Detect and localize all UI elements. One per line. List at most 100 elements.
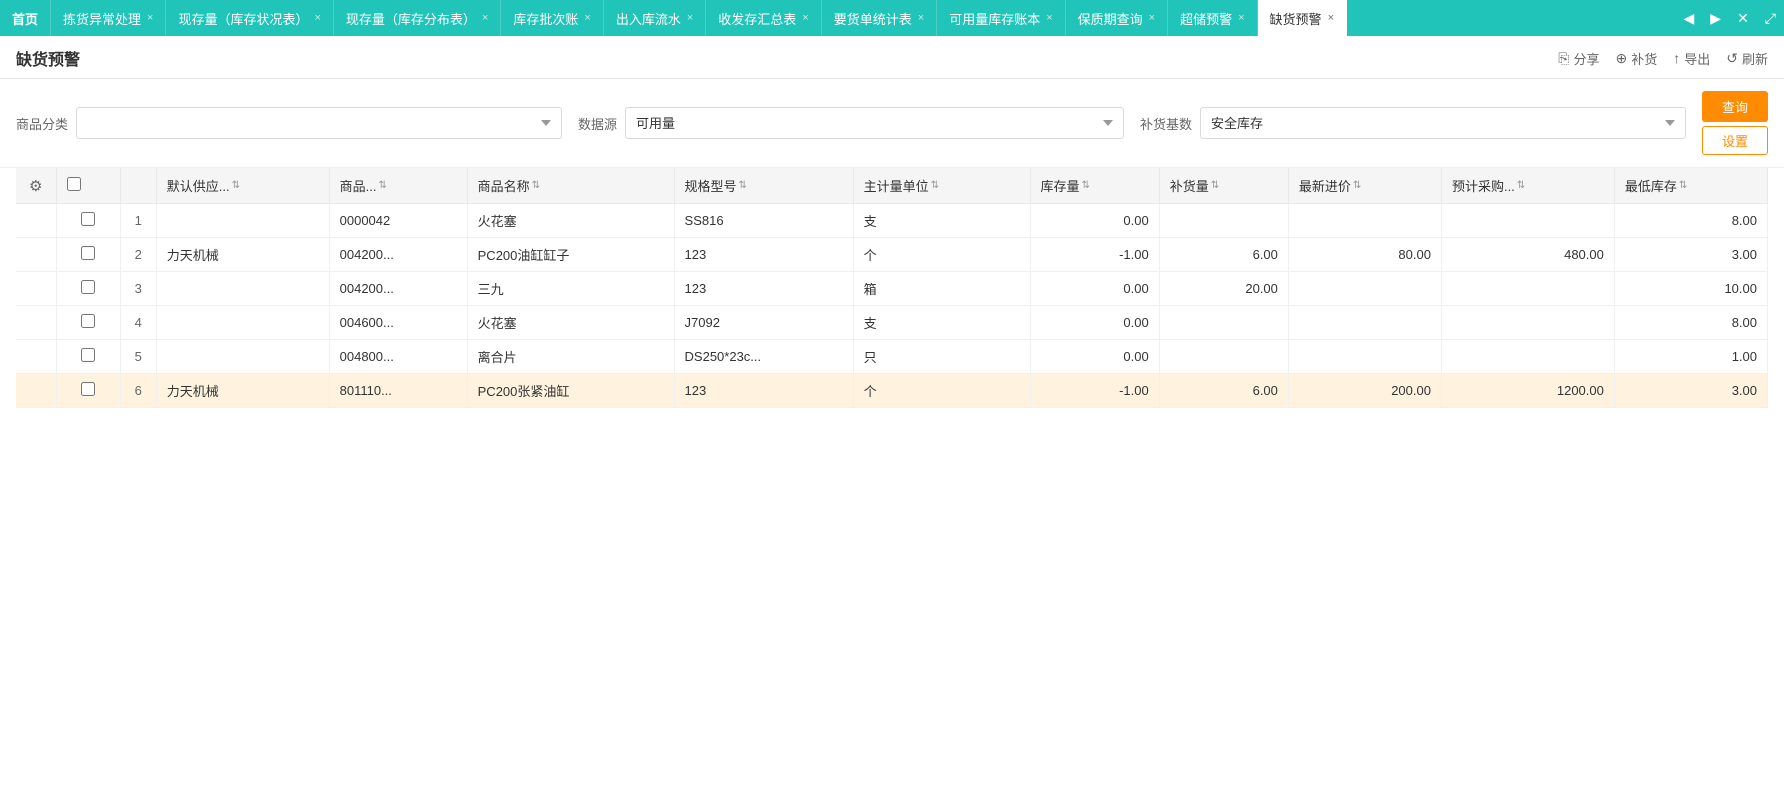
replenish-button[interactable]: ⊕ 补货 <box>1615 49 1657 68</box>
row-checkbox[interactable] <box>81 212 95 226</box>
row-spec: 123 <box>674 374 853 408</box>
row-product-code: 801110... <box>329 374 467 408</box>
column-settings-icon[interactable]: ⚙ <box>29 178 42 195</box>
settings-button[interactable]: 设置 <box>1702 126 1768 155</box>
sort-stock-qty[interactable]: 库存量 ⇅ <box>1041 176 1090 195</box>
row-replenish-qty <box>1159 306 1288 340</box>
page-header: 缺货预警 ⎘ 分享 ⊕ 补货 ↑ 导出 ↺ 刷新 <box>0 36 1784 79</box>
category-select[interactable] <box>76 107 562 139</box>
tab-close-defect-handling[interactable]: × <box>147 12 153 24</box>
refresh-button[interactable]: ↺ 刷新 <box>1726 49 1768 68</box>
tab-close-all-btn[interactable]: ✕ <box>1729 0 1757 36</box>
tab-close-inventory-dist[interactable]: × <box>482 12 488 24</box>
tab-prev-btn[interactable]: ◀ <box>1676 0 1703 36</box>
tab-close-inout-flow[interactable]: × <box>687 12 693 24</box>
sort-replenish-qty[interactable]: 补货量 ⇅ <box>1170 176 1219 195</box>
row-checkbox-cell <box>56 306 120 340</box>
tab-inventory-dist[interactable]: 现存量（库存分布表） × <box>334 0 501 36</box>
tab-close-overstock[interactable]: × <box>1238 12 1244 24</box>
sort-product-name[interactable]: 商品名称 ⇅ <box>478 176 540 195</box>
tab-close-order-stats[interactable]: × <box>918 12 924 24</box>
row-latest-price <box>1288 272 1441 306</box>
datasource-select[interactable]: 可用量 库存量 <box>625 107 1124 139</box>
tab-close-available-ledger[interactable]: × <box>1046 12 1052 24</box>
tab-close-inventory-status[interactable]: × <box>314 12 320 24</box>
tab-overstock[interactable]: 超储预警 × <box>1168 0 1257 36</box>
tab-shortage[interactable]: 缺货预警 × <box>1258 0 1347 36</box>
sort-icon-unit: ⇅ <box>931 180 939 191</box>
sort-product-code[interactable]: 商品... ⇅ <box>340 176 387 195</box>
th-checkbox <box>56 168 120 204</box>
sort-unit[interactable]: 主计量单位 ⇅ <box>864 176 939 195</box>
row-checkbox[interactable] <box>81 246 95 260</box>
sort-spec[interactable]: 规格型号 ⇅ <box>685 176 747 195</box>
th-product-name: 商品名称 ⇅ <box>467 168 674 204</box>
row-product-name: 火花塞 <box>467 204 674 238</box>
replenish-base-select[interactable]: 安全库存 最低库存 <box>1200 107 1686 139</box>
row-unit: 只 <box>853 340 1030 374</box>
tab-close-batch-account[interactable]: × <box>584 12 590 24</box>
row-product-code: 004800... <box>329 340 467 374</box>
row-checkbox[interactable] <box>81 314 95 328</box>
row-latest-price: 80.00 <box>1288 238 1441 272</box>
row-replenish-qty <box>1159 204 1288 238</box>
tab-expiry-query[interactable]: 保质期查询 × <box>1066 0 1168 36</box>
row-product-name: PC200油缸缸子 <box>467 238 674 272</box>
row-checkbox-cell <box>56 340 120 374</box>
row-supplier: 力天机械 <box>156 238 329 272</box>
header-actions: ⎘ 分享 ⊕ 补货 ↑ 导出 ↺ 刷新 <box>1558 49 1768 68</box>
row-latest-price <box>1288 204 1441 238</box>
row-seq: 1 <box>120 204 156 238</box>
row-checkbox[interactable] <box>81 348 95 362</box>
row-checkbox-cell <box>56 374 120 408</box>
share-button[interactable]: ⎘ 分享 <box>1558 49 1599 68</box>
row-unit: 箱 <box>853 272 1030 306</box>
th-product-code: 商品... ⇅ <box>329 168 467 204</box>
filter-actions: 查询 设置 <box>1702 91 1768 155</box>
row-checkbox[interactable] <box>81 382 95 396</box>
tab-close-expiry-query[interactable]: × <box>1149 12 1155 24</box>
query-button[interactable]: 查询 <box>1702 91 1768 122</box>
sort-icon-replenish: ⇅ <box>1211 180 1219 191</box>
row-unit: 个 <box>853 238 1030 272</box>
sort-min-stock[interactable]: 最低库存 ⇅ <box>1625 176 1687 195</box>
sort-default-supplier[interactable]: 默认供应... ⇅ <box>167 176 240 195</box>
row-supplier <box>156 272 329 306</box>
row-supplier: 力天机械 <box>156 374 329 408</box>
th-replenish-qty: 补货量 ⇅ <box>1159 168 1288 204</box>
th-min-stock: 最低库存 ⇅ <box>1614 168 1767 204</box>
tab-close-shortage[interactable]: × <box>1328 12 1334 24</box>
tab-inventory-status[interactable]: 现存量（库存状况表） × <box>166 0 333 36</box>
tab-available-ledger[interactable]: 可用量库存账本 × <box>937 0 1065 36</box>
sort-latest-price[interactable]: 最新进价 ⇅ <box>1299 176 1361 195</box>
row-checkbox[interactable] <box>81 280 95 294</box>
tab-recv-summary[interactable]: 收发存汇总表 × <box>706 0 821 36</box>
export-button[interactable]: ↑ 导出 <box>1673 49 1710 68</box>
filter-bar: 商品分类 数据源 可用量 库存量 补货基数 安全库存 最低库存 查询 设置 <box>0 79 1784 168</box>
sort-icon-supplier: ⇅ <box>232 180 240 191</box>
row-settings-cell <box>16 238 56 272</box>
tab-expand-btn[interactable]: ⤢ <box>1757 0 1784 36</box>
sort-icon-spec: ⇅ <box>739 180 747 191</box>
tab-inout-flow[interactable]: 出入库流水 × <box>604 0 706 36</box>
tab-batch-account[interactable]: 库存批次账 × <box>501 0 603 36</box>
tab-order-stats[interactable]: 要货单统计表 × <box>822 0 937 36</box>
row-min-stock: 8.00 <box>1614 306 1767 340</box>
row-spec: J7092 <box>674 306 853 340</box>
table-header-row: ⚙ 默认供应... ⇅ 商品... <box>16 168 1768 204</box>
sort-est-purchase[interactable]: 预计采购... ⇅ <box>1452 176 1525 195</box>
row-seq: 3 <box>120 272 156 306</box>
data-table: ⚙ 默认供应... ⇅ 商品... <box>16 168 1768 408</box>
select-all-checkbox[interactable] <box>67 177 81 191</box>
row-unit: 支 <box>853 204 1030 238</box>
row-stock-qty: -1.00 <box>1030 238 1159 272</box>
tab-close-recv-summary[interactable]: × <box>802 12 808 24</box>
tab-defect-handling[interactable]: 拣货异常处理 × <box>51 0 166 36</box>
tab-home[interactable]: 首页 <box>0 0 51 36</box>
row-latest-price: 200.00 <box>1288 374 1441 408</box>
datasource-label: 数据源 <box>578 114 617 133</box>
row-est-purchase <box>1441 340 1614 374</box>
datasource-filter: 数据源 可用量 库存量 <box>578 107 1124 139</box>
row-replenish-qty: 20.00 <box>1159 272 1288 306</box>
tab-next-btn[interactable]: ▶ <box>1702 0 1729 36</box>
